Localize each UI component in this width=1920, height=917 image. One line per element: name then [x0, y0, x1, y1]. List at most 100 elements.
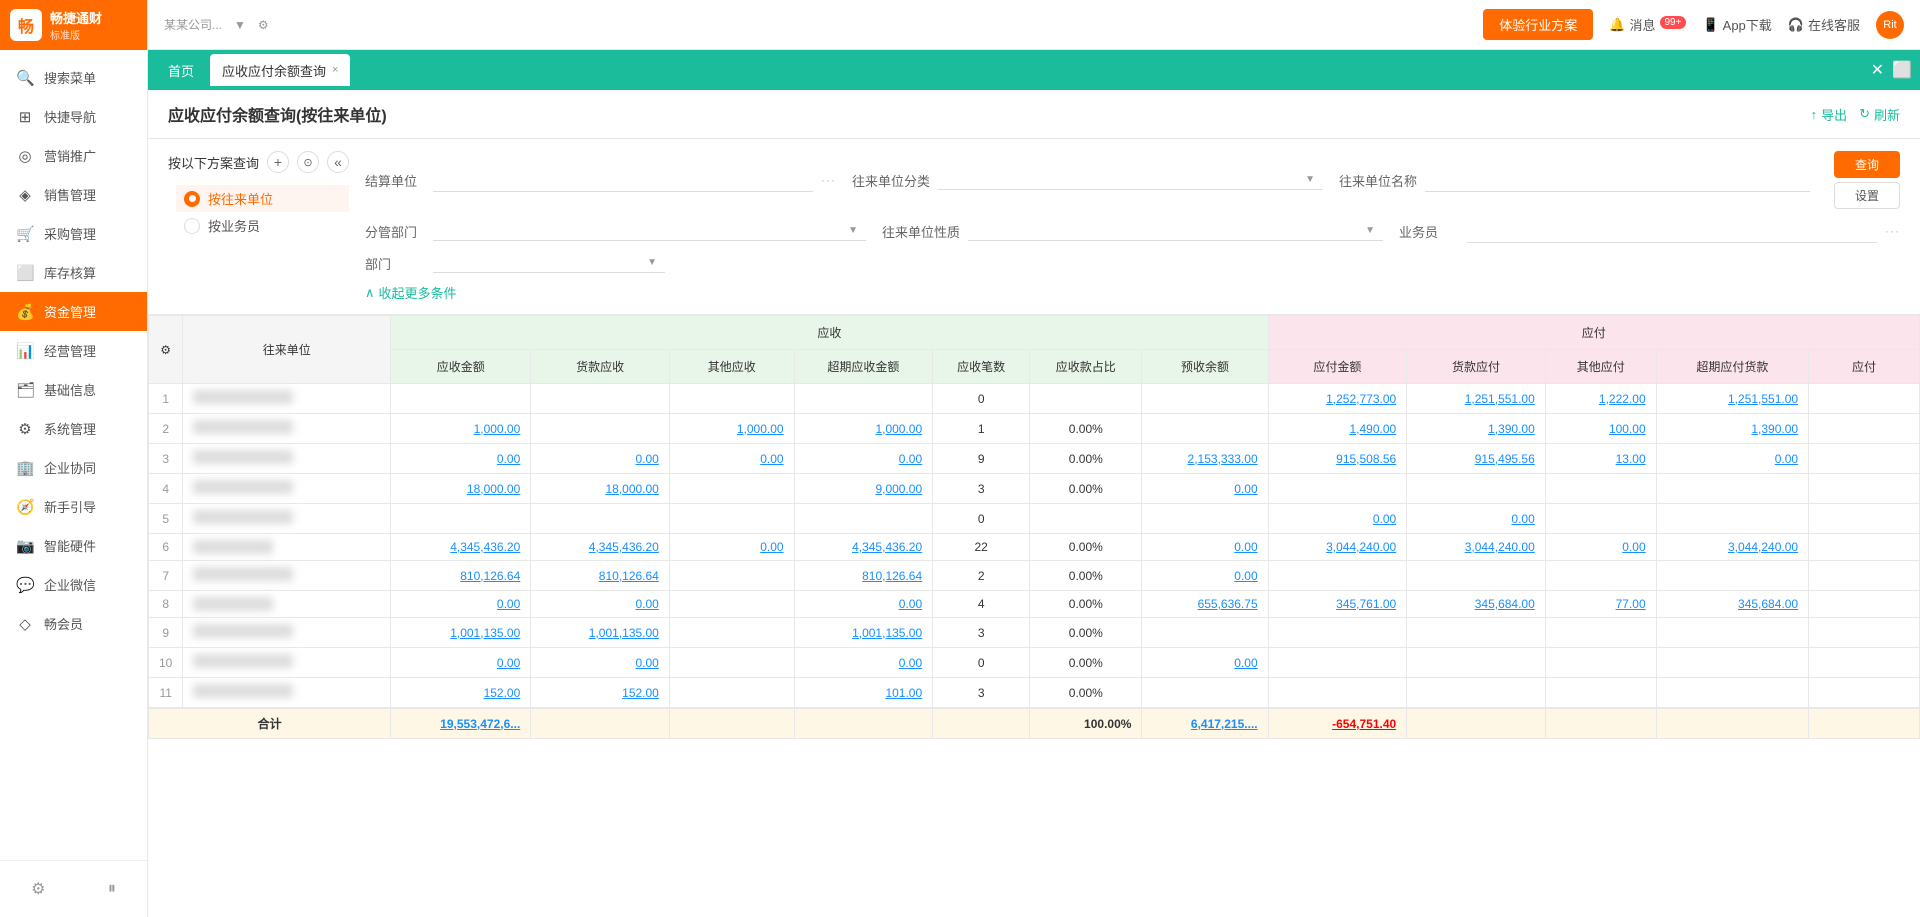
action-buttons: 查询 设置 [1834, 151, 1900, 209]
online-service-button[interactable]: 🎧 在线客服 [1788, 15, 1860, 34]
th-yingfu-group: 应付 [1268, 316, 1919, 350]
sidebar-item-label: 系统管理 [44, 419, 96, 438]
home-label: 首页 [168, 61, 194, 80]
view-option-partner[interactable]: 按往来单位 [176, 185, 349, 212]
page-title: 应收应付余额查询(按往来单位) [168, 102, 387, 126]
download-icon: 📱 [1702, 17, 1718, 33]
wanglaiming-input[interactable] [1425, 168, 1810, 192]
chevron-up-icon: ∧ [365, 285, 375, 301]
view-staff-label: 按业务员 [208, 216, 260, 235]
sidebar-item-nav[interactable]: ⊞ 快捷导航 [0, 97, 147, 136]
tab-close-icon[interactable]: × [332, 64, 338, 76]
sidebar-item-guide[interactable]: 🧭 新手引导 [0, 487, 147, 526]
sidebar-logo: 畅 畅捷通财 标准版 [0, 0, 147, 50]
th-settings[interactable]: ⚙ [149, 316, 183, 384]
sales-icon: ◈ [16, 186, 34, 204]
th-prepay-balance: 预收余额 [1142, 350, 1268, 384]
th-yingshou-amount: 应收金额 [391, 350, 531, 384]
footer-yingshou-amount[interactable]: 19,553,472,6... [391, 708, 531, 739]
partner-cell [183, 444, 391, 474]
header-left: 某某公司... ▼ ⚙ [164, 16, 269, 33]
sidebar-item-operation[interactable]: 📊 经营管理 [0, 331, 147, 370]
maximize-icon[interactable]: ⬜ [1892, 60, 1912, 80]
sidebar: 畅 畅捷通财 标准版 🔍 搜索菜单 ⊞ 快捷导航 ◎ 营销推广 ◈ 销售管理 🛒… [0, 0, 148, 917]
collapse-button[interactable]: ∧ 收起更多条件 [365, 283, 1900, 302]
filter-add-button[interactable]: + [267, 151, 289, 173]
sidebar-item-marketing[interactable]: ◎ 营销推广 [0, 136, 147, 175]
user-avatar[interactable]: Rit [1876, 11, 1904, 39]
main-area: 某某公司... ▼ ⚙ 体验行业方案 🔔 消息 99+ 📱 App下载 🎧 在线… [148, 0, 1920, 917]
close-window-icon[interactable]: ✕ [1871, 60, 1884, 80]
sidebar-bottom: ⚙ ⏸ [0, 860, 147, 917]
filter-label: 按以下方案查询 [168, 153, 259, 172]
refresh-button[interactable]: ↻ 刷新 [1859, 105, 1900, 124]
footer-prepay[interactable]: 6,417,215.... [1142, 708, 1268, 739]
partner-cell [183, 648, 391, 678]
sidebar-item-label: 快捷导航 [44, 107, 96, 126]
sidebar-item-purchase[interactable]: 🛒 采购管理 [0, 214, 147, 253]
more-options-icon[interactable]: ··· [821, 173, 836, 187]
sidebar-item-enterprise[interactable]: 🏢 企业协同 [0, 448, 147, 487]
filter-wanglaifenlei: 往来单位分类 ▼ [852, 170, 1323, 190]
app-download-button[interactable]: 📱 App下载 [1702, 15, 1771, 34]
filter-rows: 结算单位 ··· 往来单位分类 ▼ [365, 151, 1900, 273]
sidebar-item-wechat[interactable]: 💬 企业微信 [0, 565, 147, 604]
collapse-button[interactable]: ⏸ [100, 872, 124, 906]
sidebar-item-basic[interactable]: 🗂 基础信息 [0, 370, 147, 409]
sidebar-item-system[interactable]: ⚙ 系统管理 [0, 409, 147, 448]
user-name: Rit [1883, 19, 1896, 31]
sidebar-item-member[interactable]: ◇ 畅会员 [0, 604, 147, 643]
partner-cell: P [183, 591, 391, 618]
filter-scheme-panel: 按以下方案查询 + ⊙ « 按往来单位 [168, 151, 349, 239]
footer-yingfu-amount[interactable]: -654,751.40 [1268, 708, 1407, 739]
filter-fenguan: 分管部门 ▼ [365, 221, 866, 241]
wechat-icon: 💬 [16, 576, 34, 594]
chevron-down-icon[interactable]: ▼ [234, 18, 246, 32]
member-icon: ◇ [16, 615, 34, 633]
solution-button[interactable]: 体验行业方案 [1483, 9, 1593, 40]
footer-label: 合计 [149, 708, 391, 739]
wanglaixingzhi-select[interactable]: ▼ [968, 221, 1383, 241]
yewuyuan-input[interactable] [1467, 219, 1877, 243]
footer-ratio: 100.00% [1030, 708, 1142, 739]
export-label: 导出 [1821, 105, 1847, 124]
chevron-down-icon: ▼ [848, 225, 858, 236]
filter-settings-button[interactable]: ⊙ [297, 151, 319, 173]
th-yingfu-amount: 应付金额 [1268, 350, 1407, 384]
view-option-staff[interactable]: 按业务员 [176, 212, 349, 239]
sidebar-item-hardware[interactable]: 📷 智能硬件 [0, 526, 147, 565]
more-options-icon[interactable]: ··· [1885, 224, 1900, 238]
query-button[interactable]: 查询 [1834, 151, 1900, 178]
partner-cell [183, 384, 391, 414]
th-receipt-ratio: 应收款占比 [1030, 350, 1142, 384]
fenguan-select[interactable]: ▼ [433, 221, 866, 241]
filter-row-2: 分管部门 ▼ 往来单位性质 ▼ [365, 219, 1900, 243]
tab-home[interactable]: 首页 [156, 54, 206, 86]
export-button[interactable]: ↑ 导出 [1811, 105, 1848, 124]
settings-button[interactable]: 设置 [1834, 182, 1900, 209]
table-row: 11152.00152.00101.0030.00% [149, 678, 1920, 709]
online-service-label: 在线客服 [1808, 15, 1860, 34]
gear-icon[interactable]: ⚙ [258, 18, 269, 32]
filter-wanglaixingzhi: 往来单位性质 ▼ [882, 221, 1383, 241]
table-area: ⚙ 往来单位 应收 应付 应收金额 货款应收 其他应收 超期应收金额 应收笔数 … [148, 315, 1920, 917]
sidebar-item-inventory[interactable]: ⬜ 库存核算 [0, 253, 147, 292]
tab-bar-right: ✕ ⬜ [1871, 60, 1912, 80]
bumen-select[interactable]: ▼ [433, 253, 665, 273]
settings-button[interactable]: ⚙ [23, 871, 53, 907]
gear-icon[interactable]: ⚙ [160, 343, 171, 357]
filter-collapse-button[interactable]: « [327, 151, 349, 173]
jiesuandanwei-label: 结算单位 [365, 171, 425, 190]
jiesuandanwei-input[interactable] [433, 168, 813, 192]
sidebar-item-sales[interactable]: ◈ 销售管理 [0, 175, 147, 214]
sidebar-item-finance[interactable]: 💰 资金管理 [0, 292, 147, 331]
marketing-icon: ◎ [16, 147, 34, 165]
tab-label: 应收应付余额查询 [222, 61, 326, 80]
notifications-button[interactable]: 🔔 消息 99+ [1609, 15, 1686, 34]
system-icon: ⚙ [16, 420, 34, 438]
sidebar-item-search[interactable]: 🔍 搜索菜单 [0, 58, 147, 97]
radio-icon [184, 218, 200, 234]
purchase-icon: 🛒 [16, 225, 34, 243]
tab-receivable-query[interactable]: 应收应付余额查询 × [210, 54, 350, 86]
wanglaifenlei-select[interactable]: ▼ [938, 170, 1323, 190]
